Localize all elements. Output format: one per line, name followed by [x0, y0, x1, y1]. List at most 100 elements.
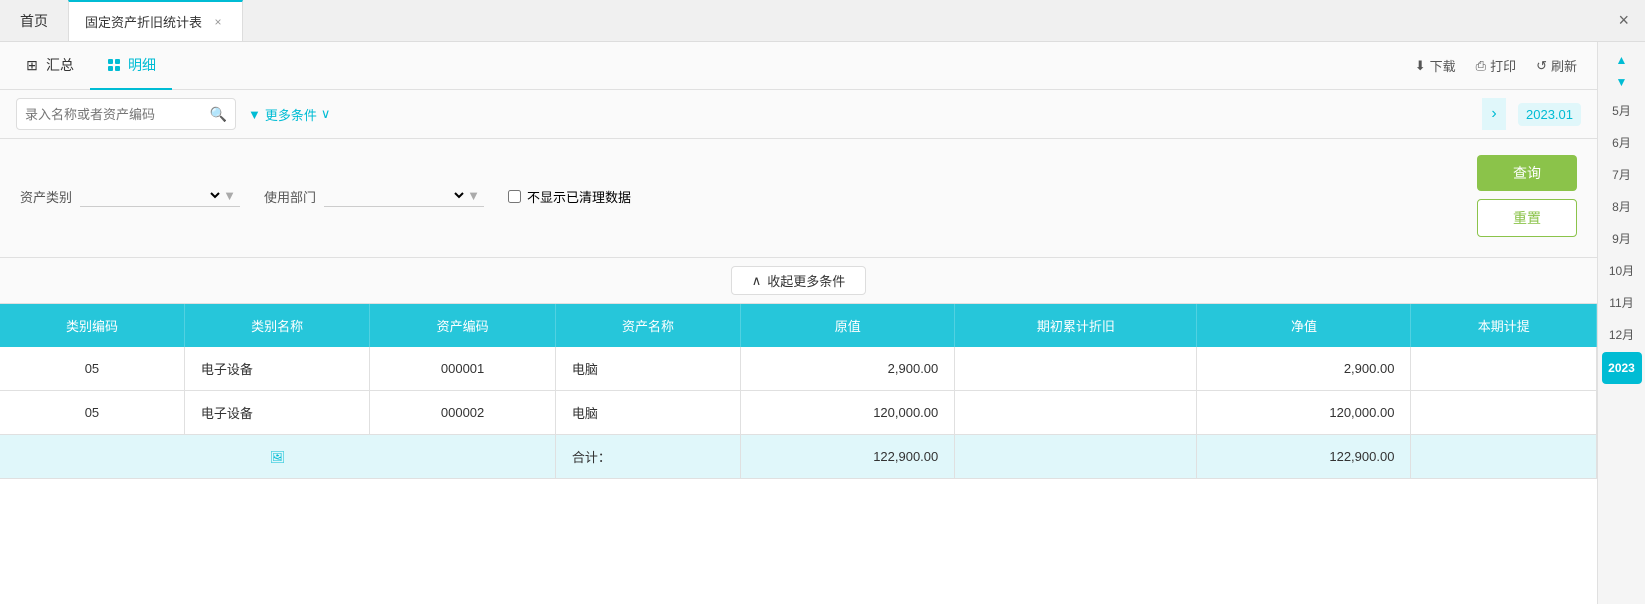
main-content: ⊞ 汇总 明细 ⬇: [0, 42, 1645, 604]
sidebar-months: 5月6月7月8月9月10月11月12月: [1602, 94, 1642, 350]
th-asset-code: 资产编码: [370, 304, 555, 347]
collapse-btn-row: ∧ 收起更多条件: [0, 258, 1597, 304]
sidebar-year[interactable]: 2023: [1602, 352, 1642, 384]
summary-label: 汇总: [46, 55, 74, 75]
right-sidebar: ▲ ▼ 5月6月7月8月9月10月11月12月 2023: [1597, 42, 1645, 604]
hide-cleared-checkbox-item[interactable]: 不显示已清理数据: [508, 187, 631, 206]
filter-actions: 查询 重置: [1477, 155, 1577, 237]
search-icon[interactable]: 🔍: [210, 106, 227, 123]
sidebar-month-item[interactable]: 7月: [1602, 158, 1642, 190]
asset-category-select-wrap: ▼: [80, 185, 240, 207]
table-row: 05 电子设备 000001 电脑 2,900.00 2,900.00: [0, 347, 1597, 391]
asset-category-dropdown-icon: ▼: [223, 188, 236, 203]
table-wrap: 类别编码 类别名称 资产编码 资产名称 原值 期初累计折旧 净值 本期计提 05…: [0, 304, 1597, 604]
th-category-code: 类别编码: [0, 304, 184, 347]
cell-accumulated-depreciation: [955, 391, 1197, 435]
refresh-button[interactable]: ↺ 刷新: [1536, 56, 1577, 75]
cell-category-name: 电子设备: [184, 347, 369, 391]
department-select-wrap: ▼: [324, 185, 484, 207]
total-label: 合计：: [555, 435, 740, 479]
download-icon: ⬇: [1415, 58, 1426, 74]
tab-active[interactable]: 固定资产折旧统计表 ×: [68, 0, 243, 41]
sidebar-month-item[interactable]: 9月: [1602, 222, 1642, 254]
nav-up-button[interactable]: ▲: [1606, 50, 1638, 70]
asset-category-select[interactable]: [84, 187, 223, 204]
print-icon: ⎙: [1476, 58, 1486, 74]
collapse-button[interactable]: ∧ 收起更多条件: [731, 266, 867, 295]
nav-down-button[interactable]: ▼: [1606, 72, 1638, 92]
department-select[interactable]: [328, 187, 467, 204]
department-filter: 使用部门 ▼: [264, 185, 484, 207]
cell-net-value: 2,900.00: [1197, 347, 1411, 391]
cell-original-value: 120,000.00: [741, 391, 955, 435]
chevron-right-icon: ›: [1491, 105, 1496, 123]
collapse-label: 收起更多条件: [767, 271, 845, 290]
filter-icon: ▼: [248, 107, 261, 122]
sidebar-month-item[interactable]: 6月: [1602, 126, 1642, 158]
more-conditions-button[interactable]: ▼ 更多条件 ∨: [248, 105, 330, 124]
cell-net-value: 120,000.00: [1197, 391, 1411, 435]
date-badge: 2023.01: [1518, 103, 1581, 126]
total-current-depreciation: [1411, 435, 1597, 479]
asset-category-filter: 资产类别 ▼: [20, 185, 240, 207]
print-button[interactable]: ⎙ 打印: [1476, 56, 1516, 75]
left-panel: ⊞ 汇总 明细 ⬇: [0, 42, 1597, 604]
tab-home[interactable]: 首页: [0, 0, 68, 41]
tab-summary[interactable]: ⊞ 汇总: [8, 43, 90, 90]
search-bar: 🔍 ▼ 更多条件 ∨ › 2023.01: [0, 90, 1597, 139]
hide-cleared-checkbox[interactable]: [508, 190, 521, 203]
sidebar-month-item[interactable]: 11月: [1602, 286, 1642, 318]
active-tab-label: 固定资产折旧统计表: [85, 12, 202, 31]
detail-icon: [106, 57, 122, 73]
chevron-down-icon: ∨: [321, 106, 331, 122]
toolbar-buttons: ⬇ 下载 ⎙ 打印 ↺ 刷新: [1395, 56, 1597, 75]
tab-close-icon[interactable]: ×: [210, 14, 226, 30]
download-button[interactable]: ⬇ 下载: [1415, 56, 1456, 75]
cell-current-depreciation: [1411, 347, 1597, 391]
total-icon-cell: 🖼: [0, 435, 555, 479]
sidebar-month-item[interactable]: 10月: [1602, 254, 1642, 286]
window-close-button[interactable]: ×: [1618, 10, 1629, 31]
cell-category-code: 05: [0, 391, 184, 435]
cell-asset-code: 000001: [370, 347, 555, 391]
cell-category-name: 电子设备: [184, 391, 369, 435]
query-button[interactable]: 查询: [1477, 155, 1577, 191]
download-label: 下载: [1430, 56, 1456, 75]
refresh-label: 刷新: [1551, 56, 1577, 75]
sidebar-month-item[interactable]: 5月: [1602, 94, 1642, 126]
reset-button[interactable]: 重置: [1477, 199, 1577, 237]
search-input[interactable]: [25, 107, 210, 122]
cell-current-depreciation: [1411, 391, 1597, 435]
summary-icon: ⊞: [24, 57, 40, 73]
tab-detail[interactable]: 明细: [90, 43, 172, 90]
cell-asset-name: 电脑: [555, 391, 740, 435]
data-table: 类别编码 类别名称 资产编码 资产名称 原值 期初累计折旧 净值 本期计提 05…: [0, 304, 1597, 479]
print-label: 打印: [1490, 56, 1516, 75]
th-net-value: 净值: [1197, 304, 1411, 347]
collapse-arrow-icon: ∧: [752, 273, 762, 289]
tab-bar: 首页 固定资产折旧统计表 × ×: [0, 0, 1645, 42]
filter-row: 资产类别 ▼ 使用部门 ▼: [20, 155, 1577, 237]
total-accumulated-depreciation: [955, 435, 1197, 479]
home-label: 首页: [20, 11, 48, 31]
th-accumulated-depreciation: 期初累计折旧: [955, 304, 1197, 347]
cell-category-code: 05: [0, 347, 184, 391]
table-total-row: 🖼 合计： 122,900.00 122,900.00: [0, 435, 1597, 479]
th-asset-name: 资产名称: [555, 304, 740, 347]
asset-category-label: 资产类别: [20, 187, 72, 206]
detail-label: 明细: [128, 55, 156, 75]
sidebar-month-item[interactable]: 12月: [1602, 318, 1642, 350]
sub-tabs-left: ⊞ 汇总 明细: [0, 42, 180, 89]
search-input-wrap: 🔍: [16, 98, 236, 130]
th-original-value: 原值: [741, 304, 955, 347]
sub-tabs-row: ⊞ 汇总 明细 ⬇: [0, 42, 1597, 90]
th-category-name: 类别名称: [184, 304, 369, 347]
department-label: 使用部门: [264, 187, 316, 206]
department-dropdown-icon: ▼: [467, 188, 480, 203]
cell-asset-code: 000002: [370, 391, 555, 435]
expand-arrow-button[interactable]: ›: [1482, 98, 1506, 130]
refresh-icon: ↺: [1536, 58, 1547, 74]
sidebar-month-item[interactable]: 8月: [1602, 190, 1642, 222]
more-conditions-label: 更多条件: [265, 105, 317, 124]
cell-original-value: 2,900.00: [741, 347, 955, 391]
